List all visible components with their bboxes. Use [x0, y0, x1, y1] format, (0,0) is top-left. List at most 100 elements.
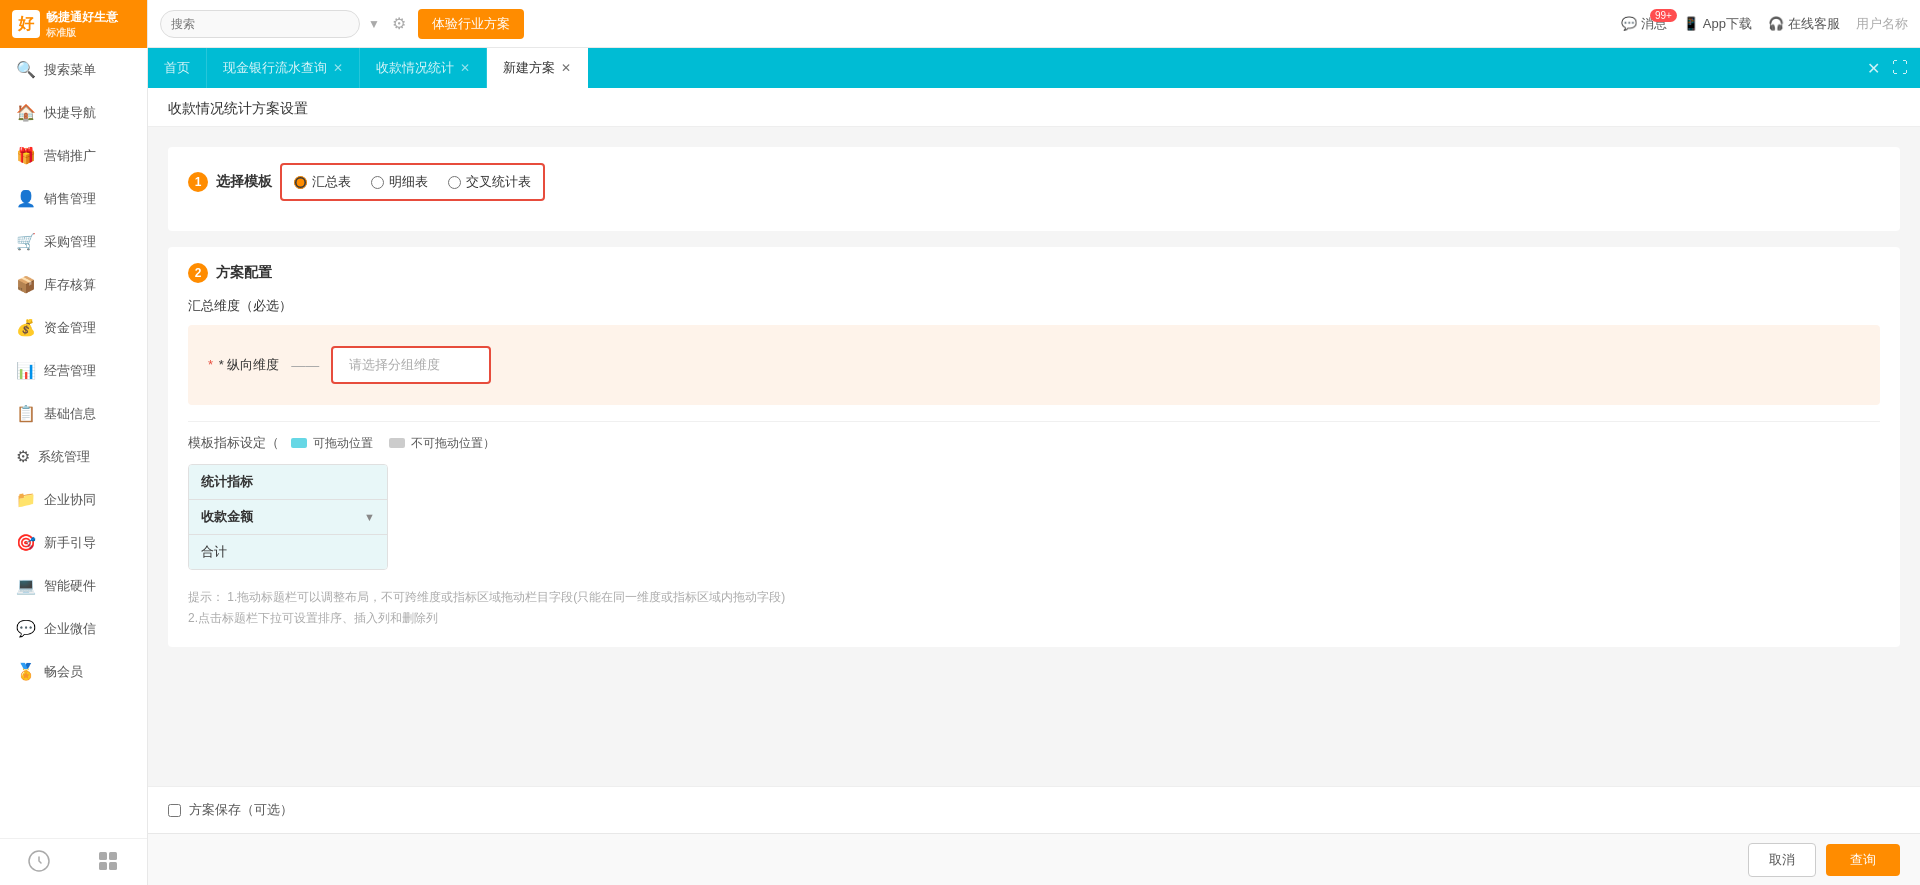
dropdown-arrow-icon[interactable]: ▼: [368, 17, 380, 31]
logo-icon: 好: [12, 10, 40, 38]
sidebar-bottom-btn2[interactable]: [79, 849, 138, 875]
indicator-col1-row: 收款金额 ▼: [189, 500, 387, 535]
radio-detail[interactable]: 明细表: [371, 173, 428, 191]
tab-receipt-stats[interactable]: 收款情况统计 ✕: [360, 48, 487, 88]
sidebar-item-sales[interactable]: 👤 销售管理: [0, 177, 147, 220]
box-icon: 📦: [16, 275, 36, 294]
chart-icon: 📊: [16, 361, 36, 380]
content-area: 收款情况统计方案设置 1 选择模板 汇总表 明细表: [148, 88, 1920, 885]
divider: [188, 421, 1880, 422]
template-radio-group: 汇总表 明细表 交叉统计表: [280, 163, 545, 201]
tab-new-plan[interactable]: 新建方案 ✕: [487, 48, 588, 88]
dimension-area: * * 纵向维度 —— 请选择分组维度: [188, 325, 1880, 405]
step1-section: 1 选择模板 汇总表 明细表 交叉统计表: [168, 147, 1900, 231]
search-menu-icon: 🔍: [16, 60, 36, 79]
gear-icon: ⚙: [16, 447, 30, 466]
tabs-actions: ✕ ⛶: [1855, 48, 1920, 88]
tab-close-all-icon[interactable]: ✕: [1867, 59, 1880, 78]
radio-summary[interactable]: 汇总表: [294, 173, 351, 191]
folder-icon: 📁: [16, 490, 36, 509]
sidebar-item-member[interactable]: 🏅 畅会员: [0, 650, 147, 693]
service-icon: 🎧: [1768, 16, 1784, 31]
topbar-right: 💬 消息 99+ 📱 App下载 🎧 在线客服 用户名称: [1621, 15, 1908, 33]
app-download-btn[interactable]: 📱 App下载: [1683, 15, 1752, 33]
legend-fixed: 不可拖动位置）: [389, 435, 495, 452]
tabs-bar: 首页 现金银行流水查询 ✕ 收款情况统计 ✕ 新建方案 ✕ ✕ ⛶: [148, 48, 1920, 88]
sidebar-item-basic-info[interactable]: 📋 基础信息: [0, 392, 147, 435]
gift-icon: 🎁: [16, 146, 36, 165]
col1-dropdown-icon[interactable]: ▼: [364, 511, 375, 523]
app-icon: 📱: [1683, 16, 1699, 31]
money-icon: 💰: [16, 318, 36, 337]
sidebar-item-smart-hw[interactable]: 💻 智能硬件: [0, 564, 147, 607]
step2-num: 2: [188, 263, 208, 283]
required-mark: *: [208, 357, 213, 372]
step2-section: 2 方案配置 汇总维度（必选） * * 纵向维度 —— 请选择分组维度: [168, 247, 1900, 647]
step2-header: 2 方案配置: [188, 263, 1880, 283]
chat-icon: 💬: [16, 619, 36, 638]
sidebar-item-purchase[interactable]: 🛒 采购管理: [0, 220, 147, 263]
sidebar-item-corp-wechat[interactable]: 💬 企业微信: [0, 607, 147, 650]
online-service-btn[interactable]: 🎧 在线客服: [1768, 15, 1840, 33]
cancel-button[interactable]: 取消: [1748, 843, 1816, 877]
indicator-col2-row: 合计: [189, 535, 387, 569]
page-title: 收款情况统计方案设置: [168, 100, 308, 116]
tip-2: 2.点击标题栏下拉可设置排序、插入列和删除列: [188, 610, 1880, 627]
sidebar-bottom-btn1[interactable]: [10, 849, 69, 875]
tab-home[interactable]: 首页: [148, 48, 207, 88]
sidebar-item-guide[interactable]: 🎯 新手引导: [0, 521, 147, 564]
indicator-table-header: 统计指标: [189, 465, 387, 500]
notice-badge: 99+: [1650, 9, 1677, 22]
search-input[interactable]: [160, 10, 360, 38]
sidebar-bottom: [0, 838, 147, 885]
form-body: 1 选择模板 汇总表 明细表 交叉统计表: [148, 127, 1920, 786]
step1-num: 1: [188, 172, 208, 192]
step1-label: 选择模板: [216, 173, 272, 191]
sidebar-item-quick-nav[interactable]: 🏠 快捷导航: [0, 91, 147, 134]
sidebar-item-marketing[interactable]: 🎁 营销推广: [0, 134, 147, 177]
user-icon: 👤: [16, 189, 36, 208]
main-area: ▼ ⚙ 体验行业方案 💬 消息 99+ 📱 App下载 🎧 在线客服 用户名称 …: [148, 0, 1920, 885]
tips-area: 提示： 1.拖动标题栏可以调整布局，不可跨维度或指标区域拖动栏目字段(只能在同一…: [188, 573, 1880, 627]
svg-rect-3: [99, 862, 107, 870]
settings-icon[interactable]: ⚙: [392, 14, 406, 33]
indicator-header: 模板指标设定（ 可拖动位置 不可拖动位置）: [188, 434, 1880, 452]
user-name: 用户名称: [1856, 15, 1908, 33]
page-title-bar: 收款情况统计方案设置: [148, 88, 1920, 127]
tab-receipt-stats-close[interactable]: ✕: [460, 61, 470, 75]
sidebar-item-system[interactable]: ⚙ 系统管理: [0, 435, 147, 478]
notice-btn[interactable]: 💬 消息 99+: [1621, 15, 1667, 33]
notice-icon: 💬: [1621, 16, 1637, 31]
sidebar-item-finance[interactable]: 💰 资金管理: [0, 306, 147, 349]
cart-icon: 🛒: [16, 232, 36, 251]
sidebar-item-operations[interactable]: 📊 经营管理: [0, 349, 147, 392]
tab-bank-flow-close[interactable]: ✕: [333, 61, 343, 75]
dim-select-box[interactable]: 请选择分组维度: [331, 346, 491, 384]
tab-new-plan-close[interactable]: ✕: [561, 61, 571, 75]
tab-bank-flow[interactable]: 现金银行流水查询 ✕: [207, 48, 360, 88]
save-checkbox[interactable]: [168, 804, 181, 817]
step2-label: 方案配置: [216, 264, 272, 282]
indicator-table: 统计指标 收款金额 ▼ 合计: [188, 464, 388, 570]
sidebar-logo: 好 畅捷通好生意 标准版: [0, 0, 147, 48]
industry-btn[interactable]: 体验行业方案: [418, 9, 524, 39]
tab-maximize-icon[interactable]: ⛶: [1892, 59, 1908, 77]
svg-rect-4: [109, 862, 117, 870]
query-button[interactable]: 查询: [1826, 844, 1900, 876]
medal-icon: 🏅: [16, 662, 36, 681]
svg-rect-2: [109, 852, 117, 860]
radio-cross[interactable]: 交叉统计表: [448, 173, 531, 191]
indicator-legend: 可拖动位置 不可拖动位置）: [291, 435, 495, 452]
sidebar: 好 畅捷通好生意 标准版 🔍 搜索菜单 🏠 快捷导航 🎁 营销推广 👤 销售管理…: [0, 0, 148, 885]
step1-header: 1 选择模板 汇总表 明细表 交叉统计表: [188, 163, 1880, 201]
topbar: ▼ ⚙ 体验行业方案 💬 消息 99+ 📱 App下载 🎧 在线客服 用户名称: [148, 0, 1920, 48]
tip-1: 提示： 1.拖动标题栏可以调整布局，不可跨维度或指标区域拖动栏目字段(只能在同一…: [188, 589, 1880, 606]
sidebar-item-search-menu[interactable]: 🔍 搜索菜单: [0, 48, 147, 91]
target-icon: 🎯: [16, 533, 36, 552]
sidebar-item-inventory[interactable]: 📦 库存核算: [0, 263, 147, 306]
clipboard-icon: 📋: [16, 404, 36, 423]
laptop-icon: 💻: [16, 576, 36, 595]
save-section: 方案保存（可选）: [148, 786, 1920, 833]
sidebar-item-corp-collab[interactable]: 📁 企业协同: [0, 478, 147, 521]
indicator-settings-label: 模板指标设定（: [188, 434, 279, 452]
